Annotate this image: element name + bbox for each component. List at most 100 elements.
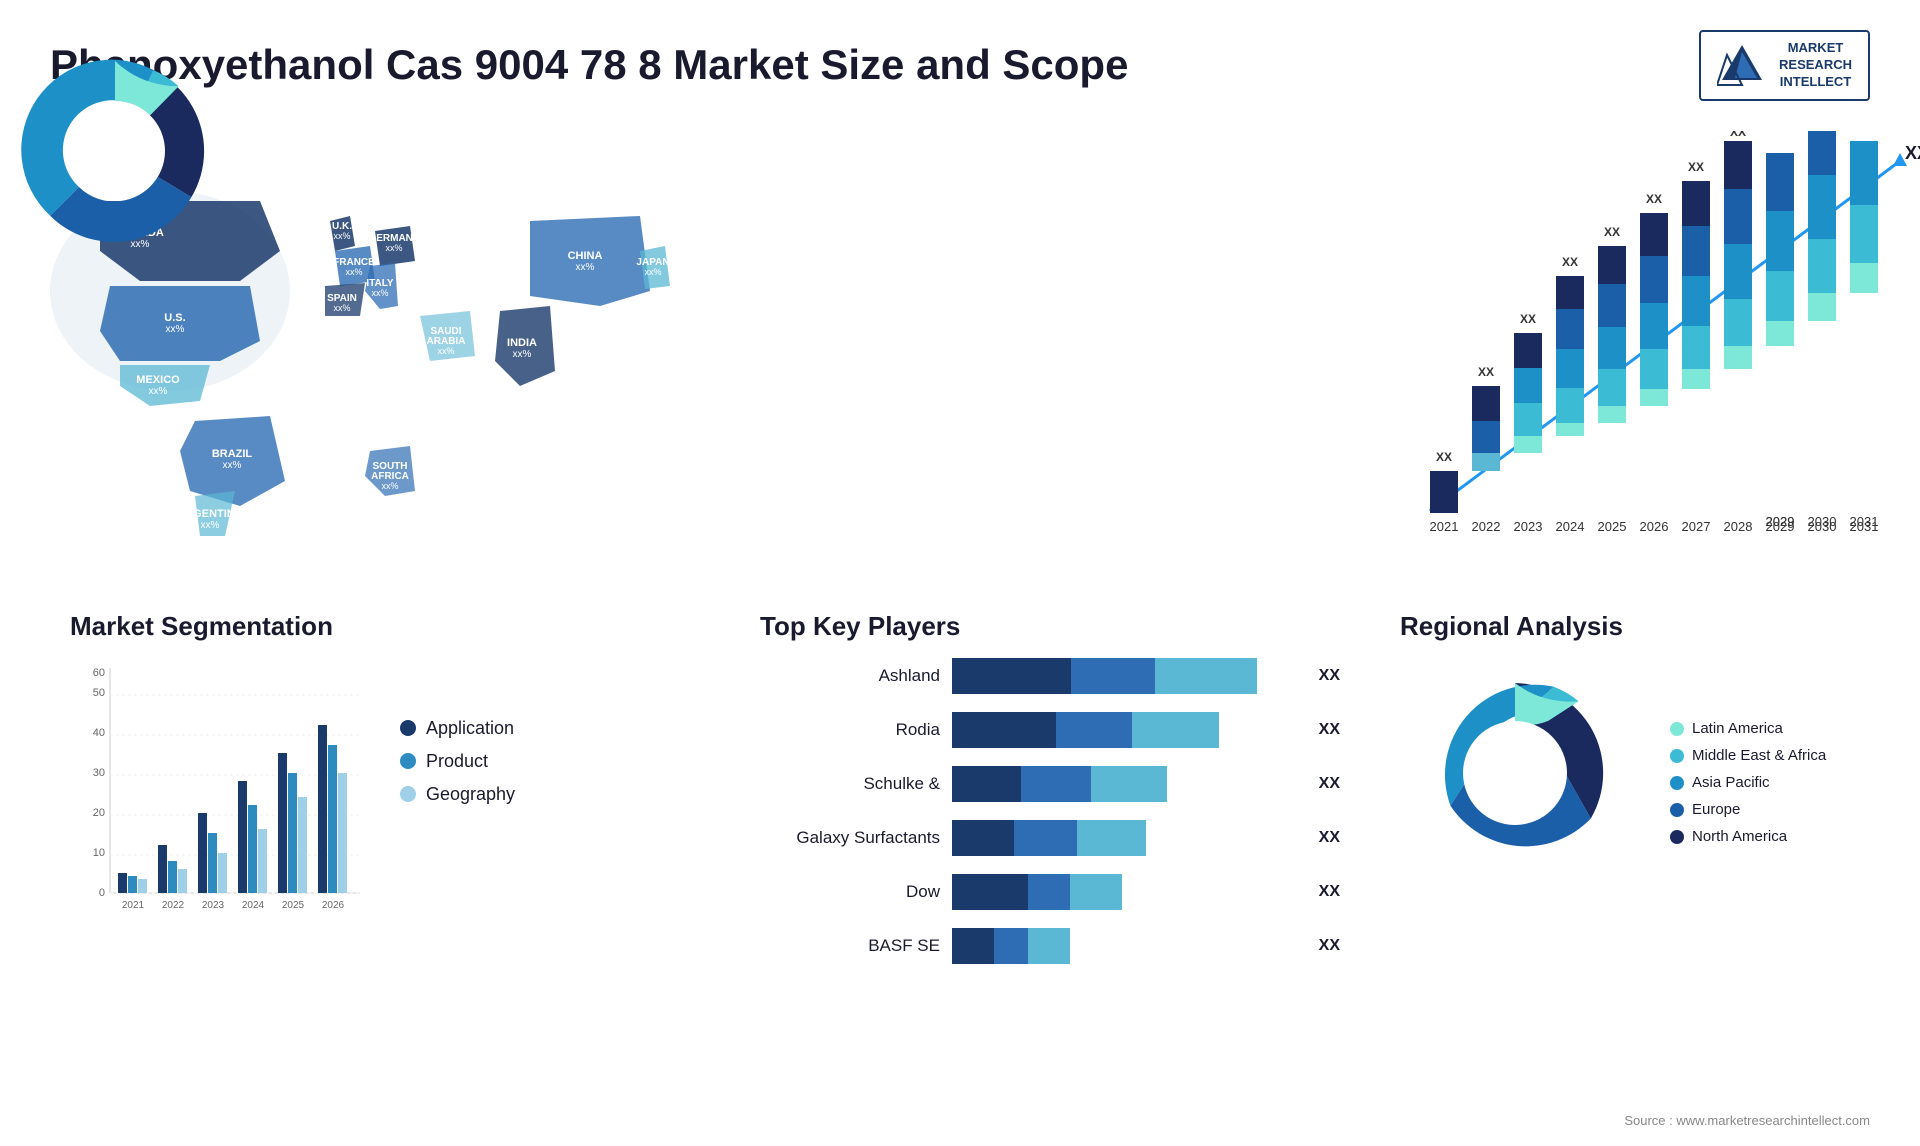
svg-text:2026: 2026 <box>1640 519 1669 534</box>
svg-text:60: 60 <box>93 667 105 679</box>
player-name-schulke: Schulke & <box>760 774 940 794</box>
player-row-ashland: Ashland XX <box>760 658 1340 694</box>
svg-text:2029: 2029 <box>1766 519 1795 534</box>
player-bar-galaxy <box>952 820 1299 856</box>
segmentation-svg: 0 10 20 30 40 50 60 2021 <box>70 658 370 938</box>
svg-text:xx%: xx% <box>371 288 388 298</box>
player-bar-rodia <box>952 712 1299 748</box>
logo-text: MARKET RESEARCH INTELLECT <box>1779 40 1852 91</box>
svg-text:XX: XX <box>1688 160 1704 174</box>
latin-america-label: Latin America <box>1692 720 1783 737</box>
geography-label: Geography <box>426 784 515 805</box>
north-america-dot <box>1670 830 1684 844</box>
legend-application: Application <box>400 718 515 739</box>
donut-chart <box>1400 658 1650 908</box>
svg-text:XX: XX <box>1646 192 1662 206</box>
player-label-schulke: XX <box>1319 775 1340 793</box>
svg-text:xx%: xx% <box>644 267 661 277</box>
key-players-section: Top Key Players Ashland XX Rodia <box>720 591 1380 984</box>
svg-text:xx%: xx% <box>333 231 350 241</box>
source-text: Source : www.marketresearchintellect.com <box>1624 1113 1870 1128</box>
svg-text:2025: 2025 <box>1598 519 1627 534</box>
legend-geography: Geography <box>400 784 515 805</box>
svg-text:xx%: xx% <box>333 303 350 313</box>
segmentation-chart-area: 0 10 20 30 40 50 60 2021 <box>70 658 690 938</box>
growth-chart-svg: XX XX 2021 XX 2022 XX 2023 X <box>1400 131 1920 551</box>
europe-dot <box>1670 803 1684 817</box>
svg-text:20: 20 <box>93 807 105 819</box>
player-label-basf: XX <box>1319 937 1340 955</box>
svg-text:xx%: xx% <box>381 481 398 491</box>
svg-text:2021: 2021 <box>1430 519 1459 534</box>
player-bar-basf <box>952 928 1299 964</box>
bar-chart-section: XX XX 2021 XX 2022 XX 2023 X <box>1380 121 1880 591</box>
geography-dot <box>400 786 416 802</box>
svg-text:10: 10 <box>93 847 105 859</box>
donut-svg-clean <box>0 36 230 266</box>
legend-product: Product <box>400 751 515 772</box>
world-map: CANADA xx% U.S. xx% MEXICO xx% BRAZIL xx… <box>40 121 1380 581</box>
svg-text:BRAZIL: BRAZIL <box>212 448 253 460</box>
svg-text:XX: XX <box>1436 450 1452 464</box>
svg-text:30: 30 <box>93 767 105 779</box>
regional-content: Latin America Middle East & Africa Asia … <box>1400 658 1860 908</box>
svg-text:XX: XX <box>1478 365 1494 379</box>
svg-text:2024: 2024 <box>242 900 265 911</box>
svg-text:xx%: xx% <box>576 262 595 273</box>
svg-text:2023: 2023 <box>202 900 225 911</box>
svg-text:2024: 2024 <box>1556 519 1585 534</box>
donut-svg <box>1400 658 1630 888</box>
player-label-dow: XX <box>1319 883 1340 901</box>
svg-text:2022: 2022 <box>1472 519 1501 534</box>
svg-text:xx%: xx% <box>223 460 242 471</box>
logo: MARKET RESEARCH INTELLECT <box>1699 30 1870 101</box>
player-bar-dow <box>952 874 1299 910</box>
player-label-galaxy: XX <box>1319 829 1340 847</box>
segmentation-title: Market Segmentation <box>70 611 690 642</box>
player-name-basf: BASF SE <box>760 936 940 956</box>
player-name-rodia: Rodia <box>760 720 940 740</box>
svg-text:XX: XX <box>1730 131 1746 139</box>
legend-asia-pacific: Asia Pacific <box>1670 774 1826 791</box>
product-label: Product <box>426 751 488 772</box>
svg-text:2028: 2028 <box>1724 519 1753 534</box>
player-name-ashland: Ashland <box>760 666 940 686</box>
player-bar-schulke <box>952 766 1299 802</box>
application-dot <box>400 720 416 736</box>
regional-section: Regional Analysis <box>1380 591 1880 984</box>
player-row-galaxy: Galaxy Surfactants XX <box>760 820 1340 856</box>
player-bar-ashland <box>952 658 1299 694</box>
svg-text:xx%: xx% <box>345 267 362 277</box>
segmentation-legend: Application Product Geography <box>400 658 515 805</box>
svg-text:2022: 2022 <box>162 900 185 911</box>
north-america-label: North America <box>1692 828 1787 845</box>
player-row-dow: Dow XX <box>760 874 1340 910</box>
svg-text:XX: XX <box>1562 255 1578 269</box>
svg-text:MEXICO: MEXICO <box>136 374 180 386</box>
svg-text:50: 50 <box>93 687 105 699</box>
asia-pacific-dot <box>1670 776 1684 790</box>
svg-text:XX: XX <box>1905 143 1920 163</box>
player-row-schulke: Schulke & XX <box>760 766 1340 802</box>
product-dot <box>400 753 416 769</box>
svg-text:ARGENTINA: ARGENTINA <box>177 508 242 520</box>
players-chart: Ashland XX Rodia <box>760 658 1340 964</box>
svg-text:2025: 2025 <box>282 900 305 911</box>
map-section: CANADA xx% U.S. xx% MEXICO xx% BRAZIL xx… <box>40 121 1380 591</box>
logo-icon <box>1717 40 1767 90</box>
player-label-ashland: XX <box>1319 667 1340 685</box>
svg-text:xx%: xx% <box>201 520 220 531</box>
svg-text:2027: 2027 <box>1682 519 1711 534</box>
segmentation-section: Market Segmentation 0 10 20 30 40 50 60 <box>40 591 720 984</box>
svg-text:xx%: xx% <box>437 346 454 356</box>
svg-text:2023: 2023 <box>1514 519 1543 534</box>
legend-latin-america: Latin America <box>1670 720 1826 737</box>
application-label: Application <box>426 718 514 739</box>
svg-text:U.S.: U.S. <box>164 312 185 324</box>
svg-text:40: 40 <box>93 727 105 739</box>
middle-east-africa-label: Middle East & Africa <box>1692 747 1826 764</box>
svg-text:xx%: xx% <box>166 324 185 335</box>
main-content: CANADA xx% U.S. xx% MEXICO xx% BRAZIL xx… <box>0 121 1920 984</box>
svg-text:xx%: xx% <box>513 349 532 360</box>
middle-east-africa-dot <box>1670 749 1684 763</box>
